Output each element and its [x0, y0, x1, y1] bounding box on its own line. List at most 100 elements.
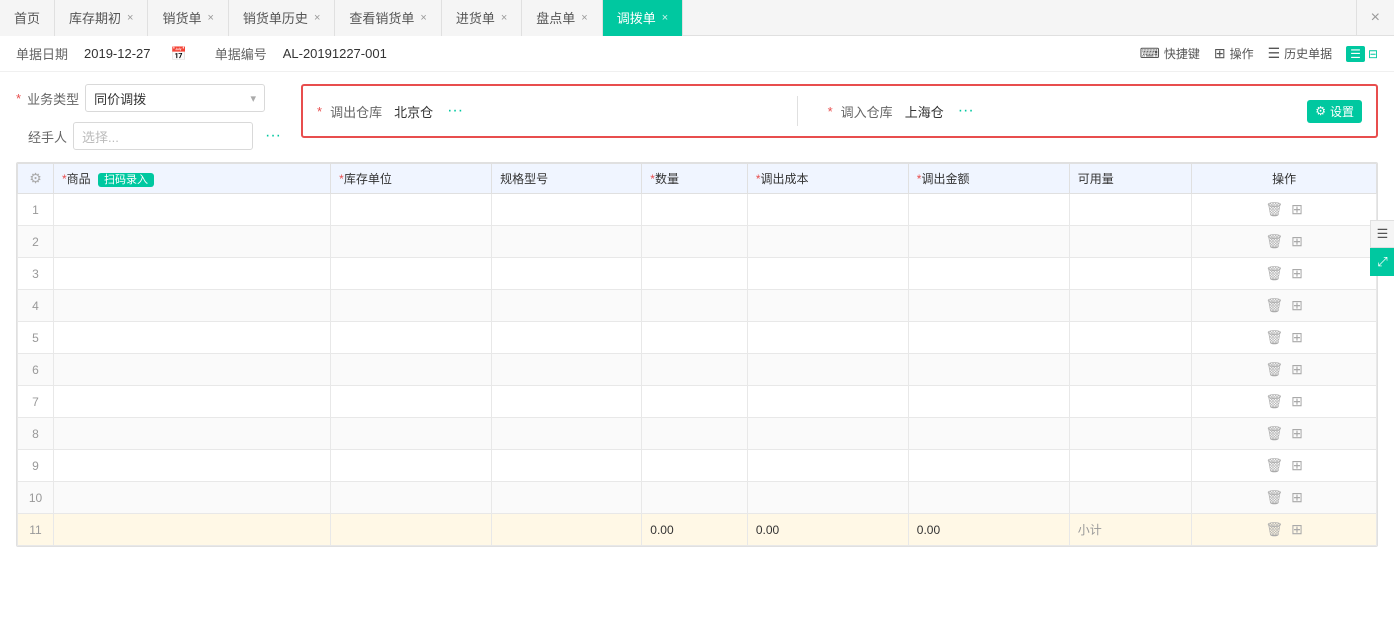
tab-close-sales-history[interactable]: × — [314, 12, 320, 24]
cost-cell[interactable] — [747, 226, 908, 258]
window-close-button[interactable]: × — [1356, 0, 1394, 36]
copy-row-button[interactable]: ⊞ — [1291, 329, 1303, 346]
cost-cell[interactable] — [747, 258, 908, 290]
product-cell[interactable] — [54, 418, 331, 450]
delete-row-button[interactable]: 🗑 — [1265, 457, 1283, 474]
business-type-select[interactable]: 同价调拨 ▾ — [85, 84, 265, 112]
delete-row-button[interactable]: 🗑 — [1265, 329, 1283, 346]
spec-cell[interactable] — [492, 386, 642, 418]
delete-row-button[interactable]: 🗑 — [1265, 393, 1283, 410]
side-expand-button[interactable]: ⤢ — [1370, 248, 1394, 276]
delete-row-button[interactable]: 🗑 — [1265, 521, 1283, 538]
unit-cell[interactable] — [331, 290, 492, 322]
product-cell[interactable] — [54, 450, 331, 482]
spec-cell[interactable] — [492, 194, 642, 226]
unit-cell[interactable] — [331, 418, 492, 450]
tab-home[interactable]: 首页 — [0, 0, 55, 36]
spec-cell[interactable] — [492, 322, 642, 354]
unit-cell[interactable] — [331, 322, 492, 354]
tab-inventory-init[interactable]: 库存期初 × — [55, 0, 148, 36]
qty-cell[interactable] — [642, 322, 748, 354]
unit-cell[interactable] — [331, 514, 492, 546]
qty-cell[interactable]: 0.00 — [642, 514, 748, 546]
tab-close-sales-order[interactable]: × — [207, 12, 213, 24]
tab-close-purchase-order[interactable]: × — [501, 12, 507, 24]
product-cell[interactable] — [54, 354, 331, 386]
cost-cell[interactable] — [747, 354, 908, 386]
amount-cell[interactable]: 0.00 — [908, 514, 1069, 546]
handler-more-button[interactable]: ··· — [265, 127, 281, 145]
spec-cell[interactable] — [492, 514, 642, 546]
th-gear[interactable]: ⚙ — [18, 164, 54, 194]
qty-cell[interactable] — [642, 226, 748, 258]
history-button[interactable]: ☰ 历史单据 — [1268, 45, 1333, 62]
unit-cell[interactable] — [331, 450, 492, 482]
tab-close-inventory-init[interactable]: × — [127, 12, 133, 24]
unit-cell[interactable] — [331, 226, 492, 258]
unit-cell[interactable] — [331, 354, 492, 386]
qty-cell[interactable] — [642, 386, 748, 418]
spec-cell[interactable] — [492, 258, 642, 290]
amount-cell[interactable] — [908, 322, 1069, 354]
product-cell[interactable] — [54, 482, 331, 514]
target-warehouse-more-button[interactable]: ··· — [958, 102, 974, 120]
calendar-icon[interactable]: 📅 — [171, 46, 187, 62]
handler-input[interactable]: 选择... — [73, 122, 253, 150]
copy-row-button[interactable]: ⊞ — [1291, 425, 1303, 442]
product-cell[interactable] — [54, 194, 331, 226]
amount-cell[interactable] — [908, 418, 1069, 450]
qty-cell[interactable] — [642, 354, 748, 386]
amount-cell[interactable] — [908, 290, 1069, 322]
copy-row-button[interactable]: ⊞ — [1291, 201, 1303, 218]
cost-cell[interactable] — [747, 322, 908, 354]
amount-cell[interactable] — [908, 482, 1069, 514]
column-settings-icon[interactable]: ⚙ — [29, 170, 42, 186]
delete-row-button[interactable]: 🗑 — [1265, 201, 1283, 218]
tab-sales-order[interactable]: 销货单 × — [148, 0, 228, 36]
qty-cell[interactable] — [642, 418, 748, 450]
cost-cell[interactable]: 0.00 — [747, 514, 908, 546]
cost-cell[interactable] — [747, 418, 908, 450]
tab-close-inventory-check[interactable]: × — [581, 12, 587, 24]
qty-cell[interactable] — [642, 290, 748, 322]
amount-cell[interactable] — [908, 194, 1069, 226]
copy-row-button[interactable]: ⊞ — [1291, 457, 1303, 474]
copy-row-button[interactable]: ⊞ — [1291, 265, 1303, 282]
qty-cell[interactable] — [642, 482, 748, 514]
qty-cell[interactable] — [642, 450, 748, 482]
delete-row-button[interactable]: 🗑 — [1265, 233, 1283, 250]
product-cell[interactable] — [54, 290, 331, 322]
spec-cell[interactable] — [492, 450, 642, 482]
amount-cell[interactable] — [908, 450, 1069, 482]
spec-cell[interactable] — [492, 354, 642, 386]
copy-row-button[interactable]: ⊞ — [1291, 489, 1303, 506]
operate-button[interactable]: ⊞ 操作 — [1214, 45, 1254, 62]
cost-cell[interactable] — [747, 194, 908, 226]
copy-row-button[interactable]: ⊞ — [1291, 297, 1303, 314]
delete-row-button[interactable]: 🗑 — [1265, 489, 1283, 506]
cost-cell[interactable] — [747, 386, 908, 418]
copy-row-button[interactable]: ⊞ — [1291, 233, 1303, 250]
tab-inventory-check[interactable]: 盘点单 × — [522, 0, 602, 36]
layout-grid-icon[interactable]: ⊟ — [1368, 47, 1378, 61]
product-cell[interactable] — [54, 322, 331, 354]
unit-cell[interactable] — [331, 194, 492, 226]
qty-cell[interactable] — [642, 258, 748, 290]
product-cell[interactable] — [54, 258, 331, 290]
qty-cell[interactable] — [642, 194, 748, 226]
spec-cell[interactable] — [492, 226, 642, 258]
amount-cell[interactable] — [908, 226, 1069, 258]
unit-cell[interactable] — [331, 258, 492, 290]
copy-row-button[interactable]: ⊞ — [1291, 393, 1303, 410]
tab-sales-history[interactable]: 销货单历史 × — [229, 0, 335, 36]
scan-button[interactable]: 扫码录入 — [98, 173, 154, 187]
cost-cell[interactable] — [747, 450, 908, 482]
amount-cell[interactable] — [908, 354, 1069, 386]
amount-cell[interactable] — [908, 386, 1069, 418]
shortcut-button[interactable]: ⌨ 快捷键 — [1140, 45, 1200, 62]
copy-row-button[interactable]: ⊞ — [1291, 521, 1303, 538]
cost-cell[interactable] — [747, 482, 908, 514]
layout-list-icon[interactable]: ☰ — [1346, 46, 1365, 62]
side-list-button[interactable]: ☰ — [1370, 220, 1394, 248]
unit-cell[interactable] — [331, 482, 492, 514]
